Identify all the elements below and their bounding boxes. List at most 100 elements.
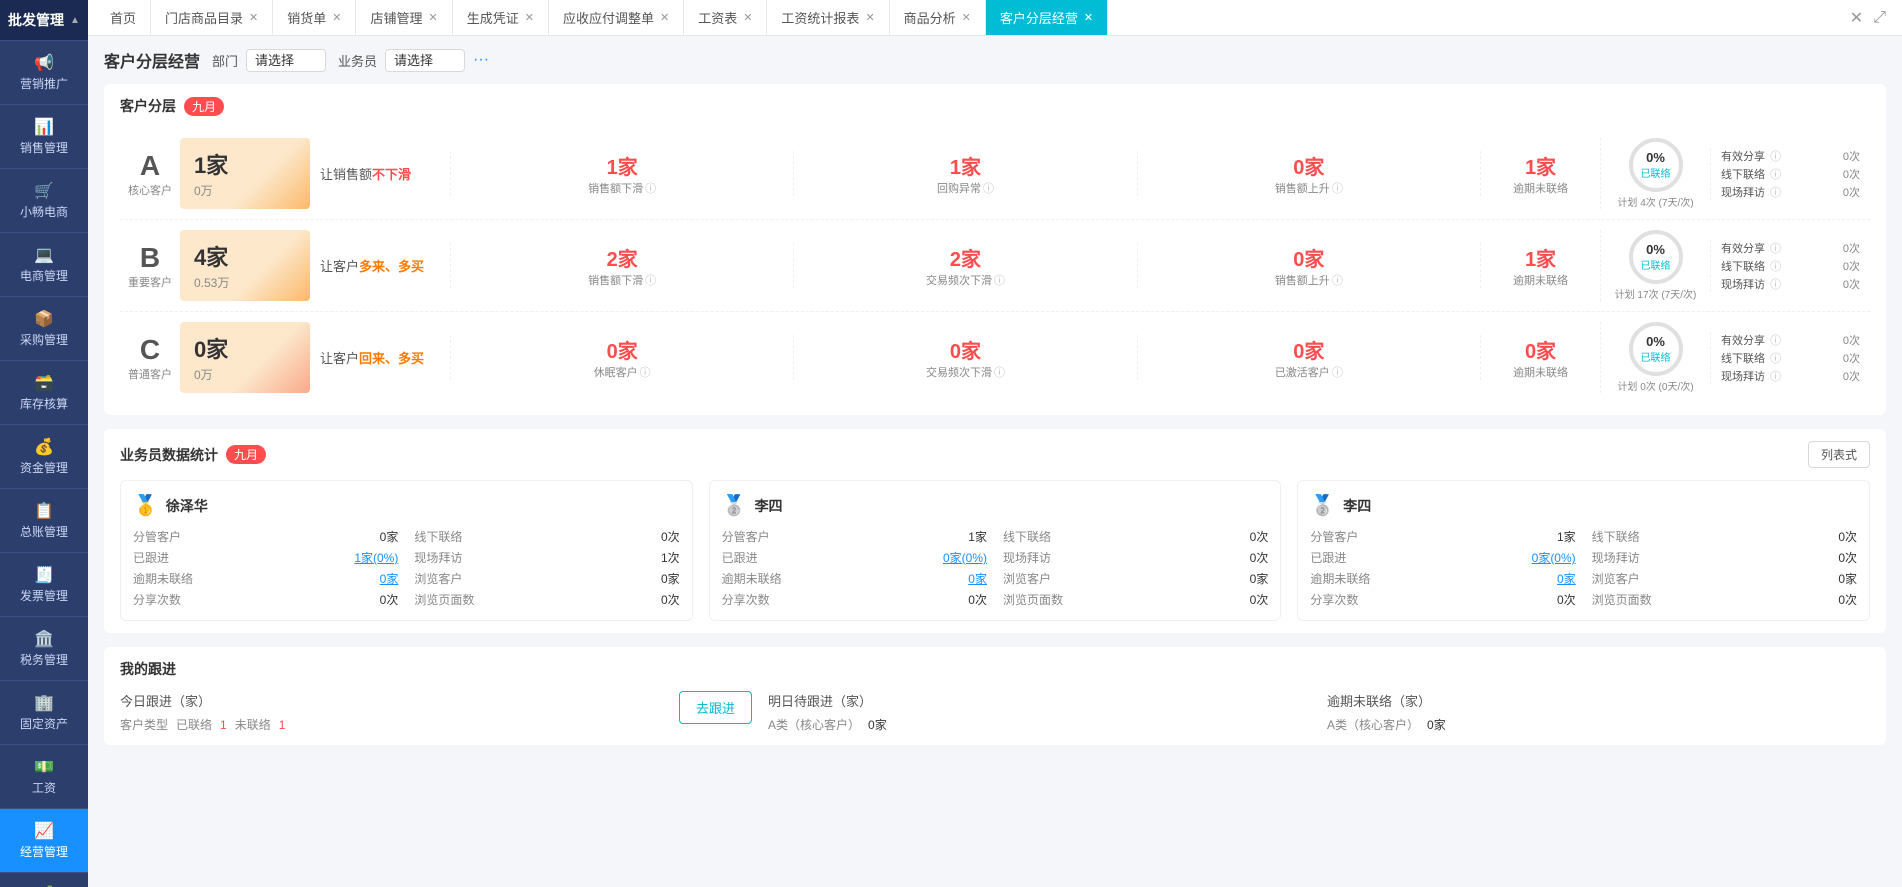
overdue-a-val: 0家 xyxy=(1427,716,1446,733)
filter-more-icon[interactable]: ··· xyxy=(473,51,489,69)
tier-stats-B: 2家 销售额下滑 ⓘ 2家 交易频次下滑 ⓘ 0家 销售额上升 ⓘ xyxy=(450,243,1480,288)
tab-1[interactable]: 门店商品目录✕ xyxy=(151,0,273,36)
sidebar-icon-12: 📈 xyxy=(0,821,88,841)
right-stat-label: 线下联络 ⓘ xyxy=(1721,166,1781,182)
sidebar-icon-9: 🏛️ xyxy=(0,629,88,649)
sidebar-icon-11: 💵 xyxy=(0,757,88,777)
fullscreen-icon[interactable]: ⤢ xyxy=(1873,9,1886,27)
tab-8[interactable]: 商品分析 ✕ xyxy=(890,0,986,36)
staff-stat-val-0-4[interactable]: 0家 xyxy=(380,570,399,587)
staff-name-1: 李四 xyxy=(755,496,783,516)
staff-stat-label-1-7: 浏览页面数 xyxy=(1003,591,1063,608)
info-icon[interactable]: ⓘ xyxy=(1770,169,1781,181)
tab-close-1[interactable]: ✕ xyxy=(249,11,258,24)
sidebar-icon-3: 💻 xyxy=(0,245,88,265)
info-icon[interactable]: ⓘ xyxy=(1770,371,1781,383)
staff-select[interactable]: 请选择 xyxy=(385,49,465,72)
info-icon[interactable]: ⓘ xyxy=(1332,272,1343,288)
list-style-button[interactable]: 列表式 xyxy=(1808,441,1870,468)
sidebar-item-经营管理[interactable]: 📈经营管理 xyxy=(0,809,88,873)
info-icon[interactable]: ⓘ xyxy=(645,180,656,196)
info-icon[interactable]: ⓘ xyxy=(1770,335,1781,347)
tier-count-box-A: 1家 0万 xyxy=(180,138,310,209)
right-stat-val: 0次 xyxy=(1843,166,1860,182)
info-icon[interactable]: ⓘ xyxy=(1770,279,1781,291)
tab-close-9[interactable]: ✕ xyxy=(1084,11,1093,24)
staff-stat-val-2-2[interactable]: 0家(0%) xyxy=(1532,549,1576,566)
dept-select[interactable]: 请选择 xyxy=(246,49,326,72)
sidebar-label-0: 营销推广 xyxy=(0,75,88,92)
tab-close-5[interactable]: ✕ xyxy=(660,11,669,24)
page-content: 客户分层经营 部门 请选择 业务员 请选择 ··· 客户分层 九月 xyxy=(88,36,1902,887)
right-stat-label: 有效分享 ⓘ xyxy=(1721,148,1781,164)
tab-close-4[interactable]: ✕ xyxy=(525,11,534,24)
tier-stats-C: 0家 休眠客户 ⓘ 0家 交易频次下滑 ⓘ 0家 已激活客户 ⓘ xyxy=(450,335,1480,380)
staff-stat-row-2-6: 分享次数 0次 xyxy=(1310,591,1575,608)
close-all-icon[interactable]: ✕ xyxy=(1850,8,1863,28)
right-stat-label: 现场拜访 ⓘ xyxy=(1721,184,1781,200)
staff-stat-val-0-2[interactable]: 1家(0%) xyxy=(354,549,398,566)
sidebar-label-5: 库存核算 xyxy=(0,395,88,412)
staff-stat-val-2-4[interactable]: 0家 xyxy=(1557,570,1576,587)
info-icon[interactable]: ⓘ xyxy=(1770,243,1781,255)
info-icon[interactable]: ⓘ xyxy=(645,272,656,288)
tab-close-7[interactable]: ✕ xyxy=(865,11,874,24)
info-icon[interactable]: ⓘ xyxy=(994,272,1005,288)
sidebar-top[interactable]: 批发管理 ▲ xyxy=(0,0,88,41)
info-icon[interactable]: ⓘ xyxy=(983,180,994,196)
tab-close-6[interactable]: ✕ xyxy=(743,11,752,24)
staff-stat-val-1-5: 0家 xyxy=(1250,570,1269,587)
info-icon[interactable]: ⓘ xyxy=(640,364,651,380)
staff-stat-val-1-4[interactable]: 0家 xyxy=(968,570,987,587)
sidebar-item-工资[interactable]: 💵工资 xyxy=(0,745,88,809)
tab-close-2[interactable]: ✕ xyxy=(332,11,341,24)
tab-9[interactable]: 客户分层经营 ✕ xyxy=(986,0,1108,36)
staff-stat-label-0-5: 浏览客户 xyxy=(414,570,462,587)
tab-0[interactable]: 首页 xyxy=(96,0,151,36)
tab-3[interactable]: 店铺管理✕ xyxy=(356,0,452,36)
tab-5[interactable]: 应收应付调整单✕ xyxy=(549,0,684,36)
sidebar-item-总账管理[interactable]: 📋总账管理 xyxy=(0,489,88,553)
staff-stat-label-2-4: 逾期未联络 xyxy=(1310,570,1370,587)
sidebar-item-资金管理[interactable]: 💰资金管理 xyxy=(0,425,88,489)
info-icon[interactable]: ⓘ xyxy=(1770,151,1781,163)
sidebar: 批发管理 ▲ 📢营销推广📊销售管理🛒小畅电商 💻 电商管理 📦采购管理🗃️库存核算💰资… xyxy=(0,0,88,887)
sidebar-item-税务管理[interactable]: 🏛️税务管理 xyxy=(0,617,88,681)
staff-stat-row-2-7: 浏览页面数 0次 xyxy=(1592,591,1857,608)
tab-4[interactable]: 生成凭证✕ xyxy=(453,0,549,36)
sidebar-item-采购管理[interactable]: 📦采购管理 xyxy=(0,297,88,361)
sidebar-item-销售管理[interactable]: 📊销售管理 xyxy=(0,105,88,169)
info-icon[interactable]: ⓘ xyxy=(994,364,1005,380)
sidebar-icon-7: 📋 xyxy=(0,501,88,521)
tier-stat1-C: 0家 休眠客户 ⓘ xyxy=(450,335,793,380)
sidebar-item-发票管理[interactable]: 🧾发票管理 xyxy=(0,553,88,617)
tab-label-9: 客户分层经营 xyxy=(1000,8,1078,27)
sidebar-item-基础信息[interactable]: 🗂️基础信息 xyxy=(0,873,88,887)
sidebar-item-固定资产[interactable]: 🏢固定资产 xyxy=(0,681,88,745)
staff-stat-val-1-7: 0次 xyxy=(1250,591,1269,608)
tab-close-3[interactable]: ✕ xyxy=(429,11,438,24)
sidebar-item-电商管理[interactable]: 💻 电商管理 xyxy=(0,233,88,297)
info-icon[interactable]: ⓘ xyxy=(1332,180,1343,196)
sidebar-label-8: 发票管理 xyxy=(0,587,88,604)
info-icon[interactable]: ⓘ xyxy=(1770,261,1781,273)
tab-close-8[interactable]: ✕ xyxy=(962,11,971,24)
tab-label-8: 商品分析 xyxy=(904,8,956,27)
tier-contact-A: 1家 逾期未联络 xyxy=(1480,151,1600,196)
info-icon[interactable]: ⓘ xyxy=(1332,364,1343,380)
sidebar-icon-4: 📦 xyxy=(0,309,88,329)
tab-2[interactable]: 销货单✕ xyxy=(273,0,356,36)
tab-6[interactable]: 工资表✕ xyxy=(684,0,767,36)
sidebar-item-小畅电商[interactable]: 🛒小畅电商 xyxy=(0,169,88,233)
info-icon[interactable]: ⓘ xyxy=(1770,187,1781,199)
staff-stat-val-1-2[interactable]: 0家(0%) xyxy=(943,549,987,566)
right-stat-label: 线下联络 ⓘ xyxy=(1721,258,1781,274)
sidebar-item-营销推广[interactable]: 📢营销推广 xyxy=(0,41,88,105)
info-icon[interactable]: ⓘ xyxy=(1770,353,1781,365)
tab-7[interactable]: 工资统计报表✕ xyxy=(767,0,889,36)
staff-badge-2: 🥈 xyxy=(1310,493,1335,518)
sidebar-item-库存核算[interactable]: 🗃️库存核算 xyxy=(0,361,88,425)
right-stat: 现场拜访 ⓘ 0次 xyxy=(1721,184,1860,200)
go-followup-button[interactable]: 去跟进 xyxy=(679,691,752,724)
sidebar-label-3: 电商管理 xyxy=(0,267,88,284)
